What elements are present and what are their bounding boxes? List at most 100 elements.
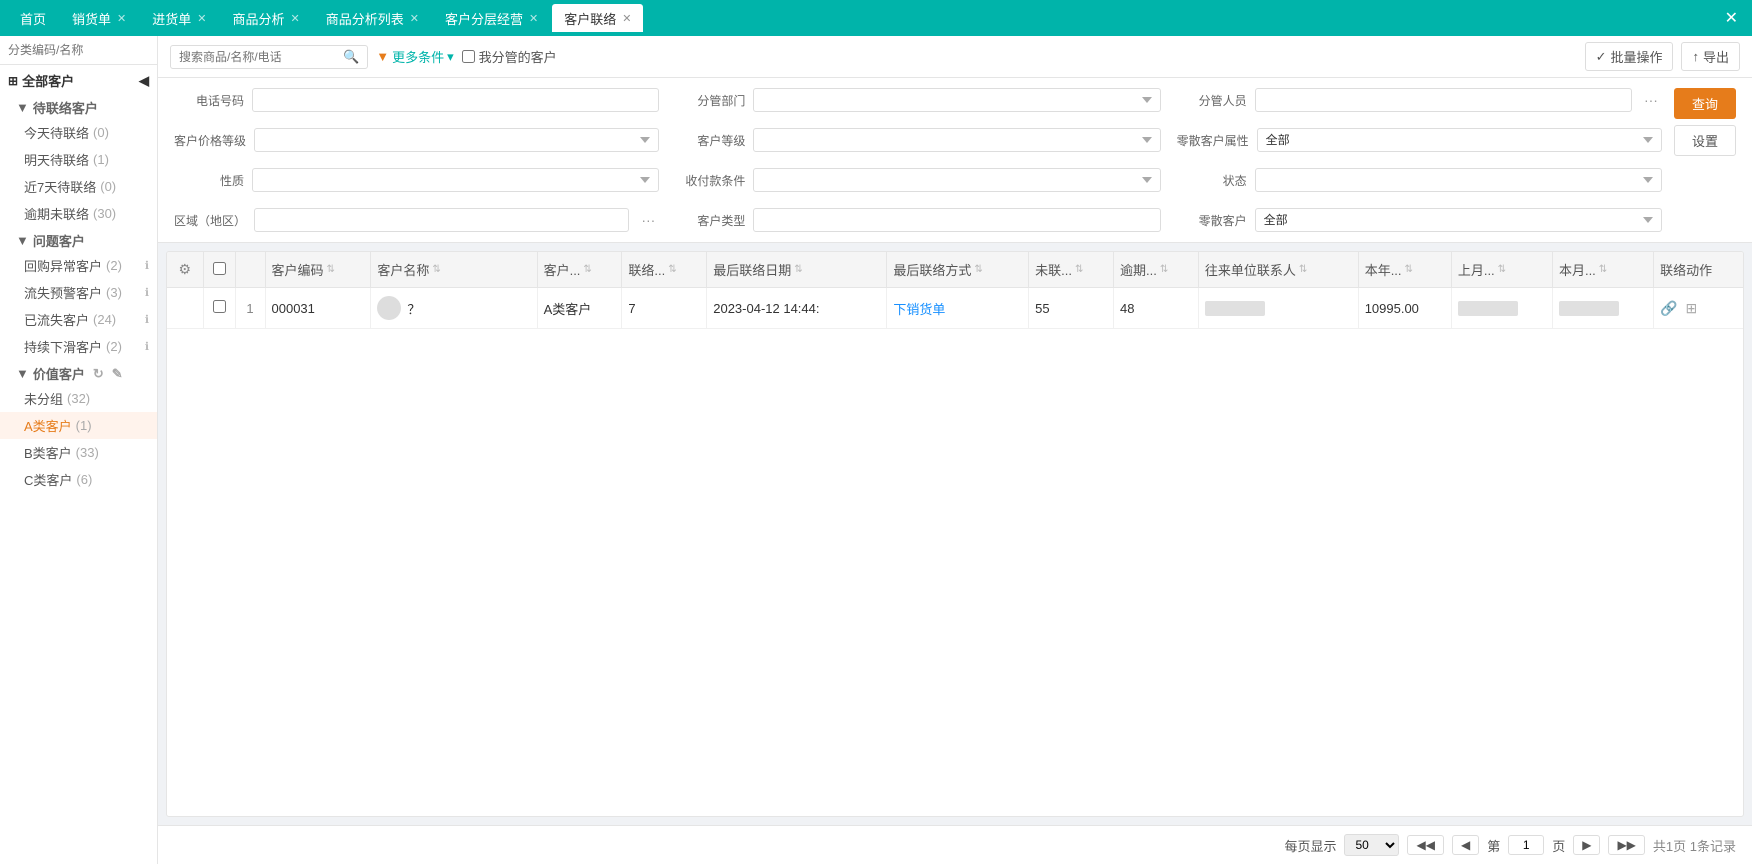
export-button[interactable]: ↑ 导出 [1681,42,1740,71]
nav-tab-sales[interactable]: 销货单 ✕ [60,4,138,32]
field-person-more-icon[interactable]: ··· [1640,92,1662,108]
nav-tab-purchase[interactable]: 进货单 ✕ [140,4,218,32]
nav-tab-customer-contact-close[interactable]: ✕ [622,12,631,25]
nav-tab-analysis-list-close[interactable]: ✕ [410,12,419,25]
churn-warning-label: 流失预警客户 [24,283,102,302]
bulk-op-button[interactable]: ✓ 批量操作 [1585,42,1674,71]
sidebar-item-churned[interactable]: 已流失客户 (24) ℹ [0,306,157,333]
page-size-select[interactable]: 50 100 [1344,834,1399,856]
value-refresh-icon[interactable]: ↻ [93,366,104,382]
field-price-level: 客户价格等级 [174,128,659,152]
nav-tab-sales-close[interactable]: ✕ [117,12,126,25]
field-phone-input[interactable] [252,88,659,112]
sidebar-item-ungrouped[interactable]: 未分组 (32) [0,385,157,412]
th-unit-contact[interactable]: 往来单位联系人⇅ [1198,252,1358,288]
nav-tab-analysis[interactable]: 商品分析 ✕ [220,4,311,32]
sidebar-item-today[interactable]: 今天待联络 (0) [0,119,157,146]
th-settings[interactable]: ⚙ [167,252,203,288]
action-grid-icon[interactable]: ⊞ [1686,300,1698,317]
th-name[interactable]: 客户名称⇅ [371,252,537,288]
filter-search-icon[interactable]: 🔍 [343,49,359,65]
th-checkbox[interactable] [203,252,235,288]
td-checkbox[interactable] [203,288,235,329]
nav-tab-customer-contact[interactable]: 客户联络 ✕ [552,4,643,32]
th-uncontacted[interactable]: 未联...⇅ [1029,252,1114,288]
sidebar-item-tomorrow[interactable]: 明天待联络 (1) [0,146,157,173]
sidebar-item-a-class[interactable]: A类客户 (1) [0,412,157,439]
th-contact-count[interactable]: 联络...⇅ [622,252,707,288]
my-customers-checkbox-wrap[interactable]: 我分管的客户 [462,47,557,66]
nav-tab-purchase-label: 进货单 [152,9,191,28]
page-input[interactable] [1508,835,1544,855]
td-overdue: 48 [1114,288,1199,329]
field-price-level-select[interactable] [254,128,659,152]
sidebar-item-declining[interactable]: 持续下滑客户 (2) ℹ [0,333,157,360]
my-customers-checkbox[interactable] [462,50,475,63]
th-last-month[interactable]: 上月...⇅ [1451,252,1552,288]
sort-name-icon: ⇅ [432,264,440,275]
sidebar-group-pending[interactable]: ▼ 待联络客户 [0,94,157,119]
td-current-month [1552,288,1653,329]
th-current-year[interactable]: 本年...⇅ [1358,252,1451,288]
td-last-contact-method[interactable]: 下销货单 [887,288,1029,329]
row-checkbox[interactable] [213,300,226,313]
field-dept-select[interactable] [753,88,1160,112]
sidebar-group-problem[interactable]: ▼ 问题客户 [0,227,157,252]
declining-badge: (2) [106,339,122,354]
sidebar-item-b-class[interactable]: B类客户 (33) [0,439,157,466]
page-label: 第 [1487,836,1500,855]
th-last-contact-date[interactable]: 最后联络日期⇅ [707,252,887,288]
nav-tab-analysis-close[interactable]: ✕ [291,12,300,25]
filter-more-conditions[interactable]: ▼ 更多条件 ▾ [376,47,453,66]
query-button[interactable]: 查询 [1674,88,1736,119]
field-retail-customer-select[interactable]: 全部 [1255,208,1662,232]
field-payment-select[interactable] [753,168,1160,192]
field-region-input[interactable] [254,208,629,232]
sidebar-item-7days[interactable]: 近7天待联络 (0) [0,173,157,200]
field-retail-attr-select[interactable]: 全部 [1257,128,1662,152]
sidebar-item-repurchase-abnormal[interactable]: 回购异常客户 (2) ℹ [0,252,157,279]
last-page-button[interactable]: ▶▶ [1608,835,1644,855]
action-link-icon[interactable]: 🔗 [1660,300,1677,317]
ungrouped-badge: (32) [67,391,90,406]
nav-tab-customer-mgmt[interactable]: 客户分层经营 ✕ [433,4,550,32]
sidebar-item-overdue[interactable]: 逾期未联络 (30) [0,200,157,227]
bulk-op-label: 批量操作 [1610,47,1662,66]
prev-page-button[interactable]: ◀ [1452,835,1479,855]
sidebar-group-value[interactable]: ▼ 价值客户 ↻ ✎ [0,360,157,385]
field-customer-level-select[interactable] [753,128,1160,152]
field-region-more-icon[interactable]: ··· [637,212,659,228]
field-nature-select[interactable] [252,168,659,192]
th-overdue[interactable]: 逾期...⇅ [1114,252,1199,288]
close-all-button[interactable]: ✕ [1719,8,1744,28]
field-customer-type-input[interactable] [753,208,1160,232]
th-last-contact-method[interactable]: 最后联络方式⇅ [887,252,1029,288]
tomorrow-badge: (1) [93,152,109,167]
declining-info-icon: ℹ [145,340,149,353]
field-status-select[interactable] [1255,168,1662,192]
sidebar-search-input[interactable] [8,43,158,57]
nav-tab-analysis-list[interactable]: 商品分析列表 ✕ [314,4,431,32]
table-settings-icon[interactable]: ⚙ [178,261,191,277]
nav-tab-purchase-close[interactable]: ✕ [197,12,206,25]
th-current-month[interactable]: 本月...⇅ [1552,252,1653,288]
sidebar-item-churn-warning[interactable]: 流失预警客户 (3) ℹ [0,279,157,306]
nav-tab-home[interactable]: 首页 [8,4,58,32]
all-customers-header[interactable]: ⊞ 全部客户 ◀ [0,65,157,94]
first-page-button[interactable]: ◀◀ [1407,835,1443,855]
nav-tab-customer-mgmt-close[interactable]: ✕ [529,12,538,25]
value-edit-icon[interactable]: ✎ [112,366,123,382]
sidebar-item-c-class[interactable]: C类客户 (6) [0,466,157,493]
setting-button[interactable]: 设置 [1674,125,1736,156]
a-class-label: A类客户 [24,416,72,435]
th-customer-type[interactable]: 客户...⇅ [537,252,622,288]
select-all-checkbox[interactable] [213,262,226,275]
next-page-button[interactable]: ▶ [1573,835,1600,855]
filter-more-label: 更多条件 [392,47,444,66]
filter-bar: 🔍 ▼ 更多条件 ▾ 我分管的客户 ✓ 批量操作 ↑ 导出 [158,36,1752,78]
td-settings [167,288,203,329]
filter-search-input[interactable] [179,50,339,64]
tomorrow-label: 明天待联络 [24,150,89,169]
th-code[interactable]: 客户编码⇅ [265,252,371,288]
field-person-input[interactable] [1255,88,1632,112]
